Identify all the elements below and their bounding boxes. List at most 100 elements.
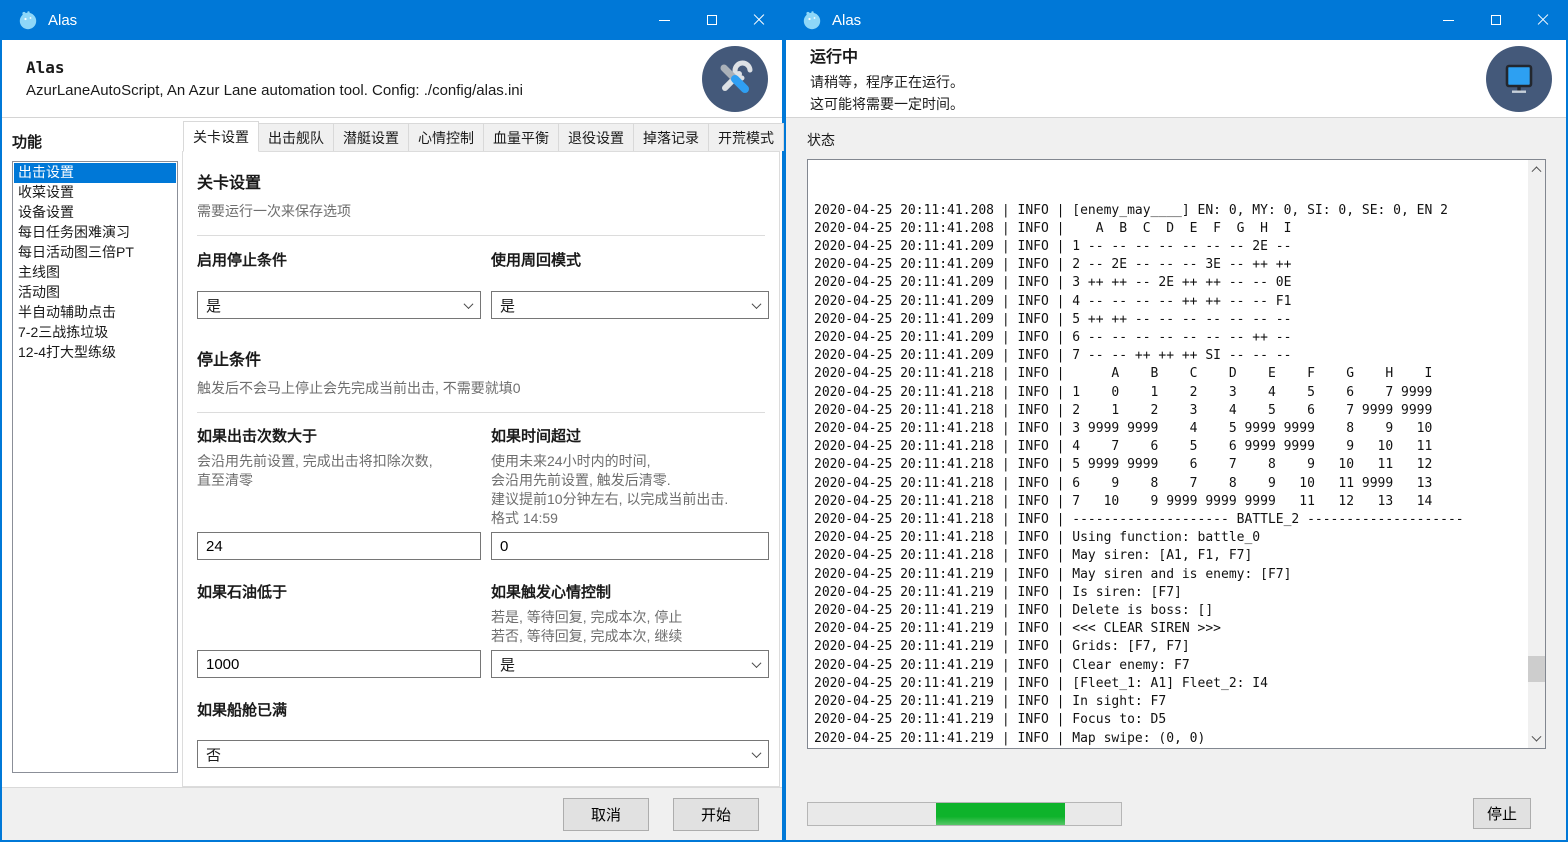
sidebar-item[interactable]: 每日活动图三倍PT bbox=[14, 243, 176, 263]
progress-bar-chunk bbox=[936, 803, 1064, 825]
log-line: 2020-04-25 20:11:41.208 | INFO | [enemy_… bbox=[814, 202, 1545, 220]
chevron-down-icon bbox=[464, 299, 474, 309]
log-line: 2020-04-25 20:11:41.209 | INFO | 2 -- 2E… bbox=[814, 256, 1545, 274]
log-line: 2020-04-25 20:11:41.209 | INFO | 6 -- --… bbox=[814, 329, 1545, 347]
tab[interactable]: 掉落记录 bbox=[633, 123, 709, 151]
window-title: Alas bbox=[832, 12, 861, 29]
running-title: 运行中 bbox=[810, 43, 964, 67]
log-scrollbar[interactable] bbox=[1528, 160, 1545, 748]
log-line: 2020-04-25 20:11:41.218 | INFO | 6 9 8 7… bbox=[814, 475, 1545, 493]
running-message-2: 这可能将需要一定时间。 bbox=[810, 94, 964, 114]
minimize-button[interactable] bbox=[1425, 0, 1472, 40]
dock-full-select[interactable]: 否 bbox=[197, 740, 769, 768]
sidebar-item[interactable]: 每日任务困难演习 bbox=[14, 223, 176, 243]
runner-body: 状态 2020-04-25 20:11:41.208 | INFO | [ene… bbox=[786, 118, 1566, 840]
settings-window: Alas Alas AzurLaneAutoScript, An Azur La… bbox=[0, 0, 784, 842]
field-desc: 建议提前10分钟左右, 以完成当前出击. bbox=[491, 490, 769, 509]
log-line: 2020-04-25 20:11:41.219 | INFO | May sir… bbox=[814, 566, 1545, 584]
progress-bar bbox=[807, 802, 1122, 826]
scrollbar-track[interactable] bbox=[1528, 177, 1545, 731]
start-button[interactable]: 开始 bbox=[673, 798, 759, 831]
sidebar-item[interactable]: 12-4打大型练级 bbox=[14, 343, 176, 363]
log-line: 2020-04-25 20:11:41.218 | INFO | -------… bbox=[814, 511, 1545, 529]
alas-logo-icon bbox=[17, 9, 39, 31]
close-button[interactable] bbox=[1519, 0, 1566, 40]
tab[interactable]: 关卡设置 bbox=[183, 121, 259, 152]
select-value: 是 bbox=[206, 295, 221, 316]
stop-button[interactable]: 停止 bbox=[1473, 798, 1531, 829]
maximize-icon bbox=[707, 15, 717, 25]
tab[interactable]: 心情控制 bbox=[408, 123, 484, 151]
maximize-button[interactable] bbox=[1472, 0, 1519, 40]
sidebar-item[interactable]: 半自动辅助点击 bbox=[14, 303, 176, 323]
sidebar-item[interactable]: 设备设置 bbox=[14, 203, 176, 223]
log-line: 2020-04-25 20:11:41.218 | INFO | 1 0 1 2… bbox=[814, 384, 1545, 402]
field-label: 如果石油低于 bbox=[197, 581, 481, 602]
time-limit-input[interactable] bbox=[491, 532, 769, 560]
log-line: 2020-04-25 20:11:41.209 | INFO | 1 -- --… bbox=[814, 238, 1545, 256]
minimize-icon bbox=[659, 20, 670, 21]
section-desc: 需要运行一次来保存选项 bbox=[197, 202, 765, 221]
log-line: 2020-04-25 20:11:41.695 | INFO | Convert… bbox=[814, 748, 1545, 749]
log-output[interactable]: 2020-04-25 20:11:41.208 | INFO | [enemy_… bbox=[807, 159, 1546, 749]
sidebar-item[interactable]: 收菜设置 bbox=[14, 183, 176, 203]
divider bbox=[197, 412, 765, 413]
log-line: 2020-04-25 20:11:41.218 | INFO | 7 10 9 … bbox=[814, 493, 1545, 511]
minimize-icon bbox=[1443, 20, 1454, 21]
log-line: 2020-04-25 20:11:41.219 | INFO | In sigh… bbox=[814, 693, 1545, 711]
tab[interactable]: 血量平衡 bbox=[483, 123, 559, 151]
maximize-button[interactable] bbox=[688, 0, 735, 40]
log-line: 2020-04-25 20:11:41.219 | INFO | Delete … bbox=[814, 602, 1545, 620]
log-line: 2020-04-25 20:11:41.209 | INFO | 7 -- --… bbox=[814, 347, 1545, 365]
runner-footer: 停止 bbox=[807, 787, 1546, 840]
content-area: 关卡设置出击舰队潜艇设置心情控制血量平衡退役设置掉落记录开荒模式 关卡设置 需要… bbox=[182, 118, 782, 787]
titlebar: Alas bbox=[2, 0, 782, 40]
sidebar-item[interactable]: 活动图 bbox=[14, 283, 176, 303]
loop-mode-select[interactable]: 是 bbox=[491, 291, 769, 319]
field-label: 如果出击次数大于 bbox=[197, 425, 481, 446]
field-label: 使用周回模式 bbox=[491, 249, 769, 270]
scrollbar-thumb[interactable] bbox=[1528, 656, 1545, 682]
cancel-button[interactable]: 取消 bbox=[563, 798, 649, 831]
runner-window: Alas 运行中 请稍等，程序正在运行。 这可能将需要一定时间。 状态 2020… bbox=[784, 0, 1568, 842]
chevron-down-icon bbox=[752, 658, 762, 668]
sidebar-heading: 功能 bbox=[12, 131, 182, 152]
enable-stop-condition-select[interactable]: 是 bbox=[197, 291, 481, 319]
select-value: 是 bbox=[500, 295, 515, 316]
scroll-up-button[interactable] bbox=[1528, 160, 1545, 177]
tab[interactable]: 出击舰队 bbox=[258, 123, 334, 151]
alas-logo-icon bbox=[801, 9, 823, 31]
log-line: 2020-04-25 20:11:41.218 | INFO | Using f… bbox=[814, 529, 1545, 547]
chevron-down-icon bbox=[752, 299, 762, 309]
field-label: 如果船舱已满 bbox=[197, 699, 765, 720]
log-line: 2020-04-25 20:11:41.219 | INFO | Focus t… bbox=[814, 711, 1545, 729]
tab[interactable]: 开荒模式 bbox=[708, 123, 784, 151]
emotion-control-select[interactable]: 是 bbox=[491, 650, 769, 678]
log-line: 2020-04-25 20:11:41.219 | INFO | Clear e… bbox=[814, 657, 1545, 675]
log-line: 2020-04-25 20:11:41.218 | INFO | A B C D… bbox=[814, 365, 1545, 383]
section-title: 停止条件 bbox=[197, 346, 765, 370]
sidebar-item[interactable]: 出击设置 bbox=[14, 163, 176, 183]
sidebar-item[interactable]: 主线图 bbox=[14, 263, 176, 283]
scroll-down-button[interactable] bbox=[1528, 731, 1545, 748]
window-controls bbox=[1425, 0, 1566, 40]
log-line: 2020-04-25 20:11:41.218 | INFO | 4 7 6 5… bbox=[814, 438, 1545, 456]
select-value: 是 bbox=[500, 654, 515, 675]
field-desc: 会沿用先前设置, 完成出击将扣除次数, bbox=[197, 452, 481, 471]
tab[interactable]: 退役设置 bbox=[558, 123, 634, 151]
oil-limit-input[interactable] bbox=[197, 650, 481, 678]
settings-panel: 关卡设置 需要运行一次来保存选项 启用停止条件 是 使用周回模式 是 bbox=[182, 151, 780, 787]
field-label: 如果触发心情控制 bbox=[491, 581, 769, 602]
sortie-count-input[interactable] bbox=[197, 532, 481, 560]
runner-header: 运行中 请稍等，程序正在运行。 这可能将需要一定时间。 bbox=[786, 40, 1566, 118]
sidebar-item[interactable]: 7-2三战拣垃圾 bbox=[14, 323, 176, 343]
close-button[interactable] bbox=[735, 0, 782, 40]
chevron-up-icon bbox=[1532, 166, 1542, 176]
function-list[interactable]: 出击设置收菜设置设备设置每日任务困难演习每日活动图三倍PT主线图活动图半自动辅助… bbox=[12, 161, 178, 773]
footer-bar: 取消 开始 bbox=[2, 787, 782, 840]
close-icon bbox=[1537, 14, 1549, 26]
maximize-icon bbox=[1491, 15, 1501, 25]
tab[interactable]: 潜艇设置 bbox=[333, 123, 409, 151]
app-header: Alas AzurLaneAutoScript, An Azur Lane au… bbox=[2, 40, 782, 118]
minimize-button[interactable] bbox=[641, 0, 688, 40]
